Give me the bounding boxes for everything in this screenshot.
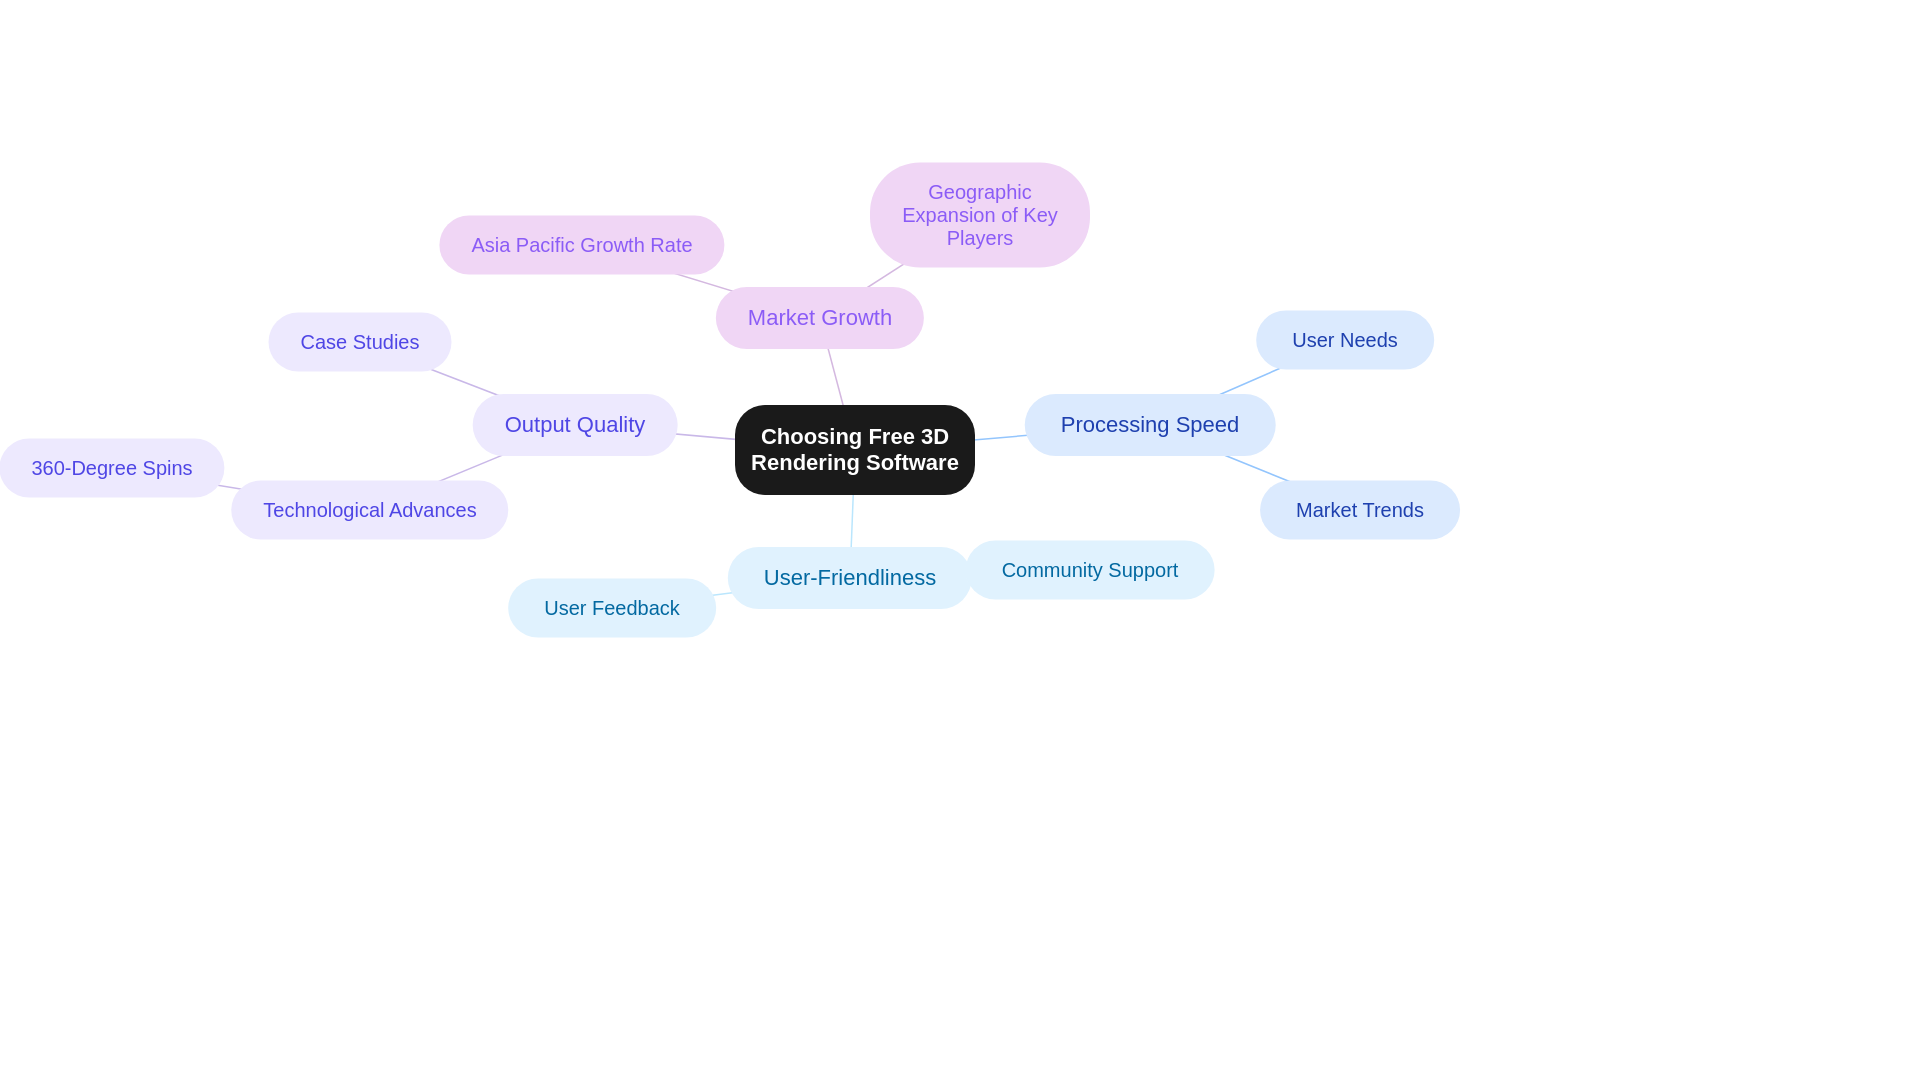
node-asia-pacific[interactable]: Asia Pacific Growth Rate (439, 216, 724, 275)
node-case-studies[interactable]: Case Studies (269, 313, 452, 372)
node-community-support[interactable]: Community Support (966, 541, 1215, 600)
node-processing-speed[interactable]: Processing Speed (1025, 394, 1276, 456)
node-user-needs[interactable]: User Needs (1256, 311, 1434, 370)
node-output-quality[interactable]: Output Quality (473, 394, 678, 456)
node-user-feedback[interactable]: User Feedback (508, 579, 716, 638)
node-technological-advances[interactable]: Technological Advances (231, 481, 508, 540)
node-user-friendliness[interactable]: User-Friendliness (728, 547, 972, 609)
node-market-trends[interactable]: Market Trends (1260, 481, 1460, 540)
node-360-degree-spins[interactable]: 360-Degree Spins (0, 439, 225, 498)
node-geographic-expansion[interactable]: Geographic Expansion of Key Players (870, 163, 1090, 268)
node-market-growth[interactable]: Market Growth (716, 287, 924, 349)
center-node[interactable]: Choosing Free 3D Rendering Software (735, 405, 975, 495)
